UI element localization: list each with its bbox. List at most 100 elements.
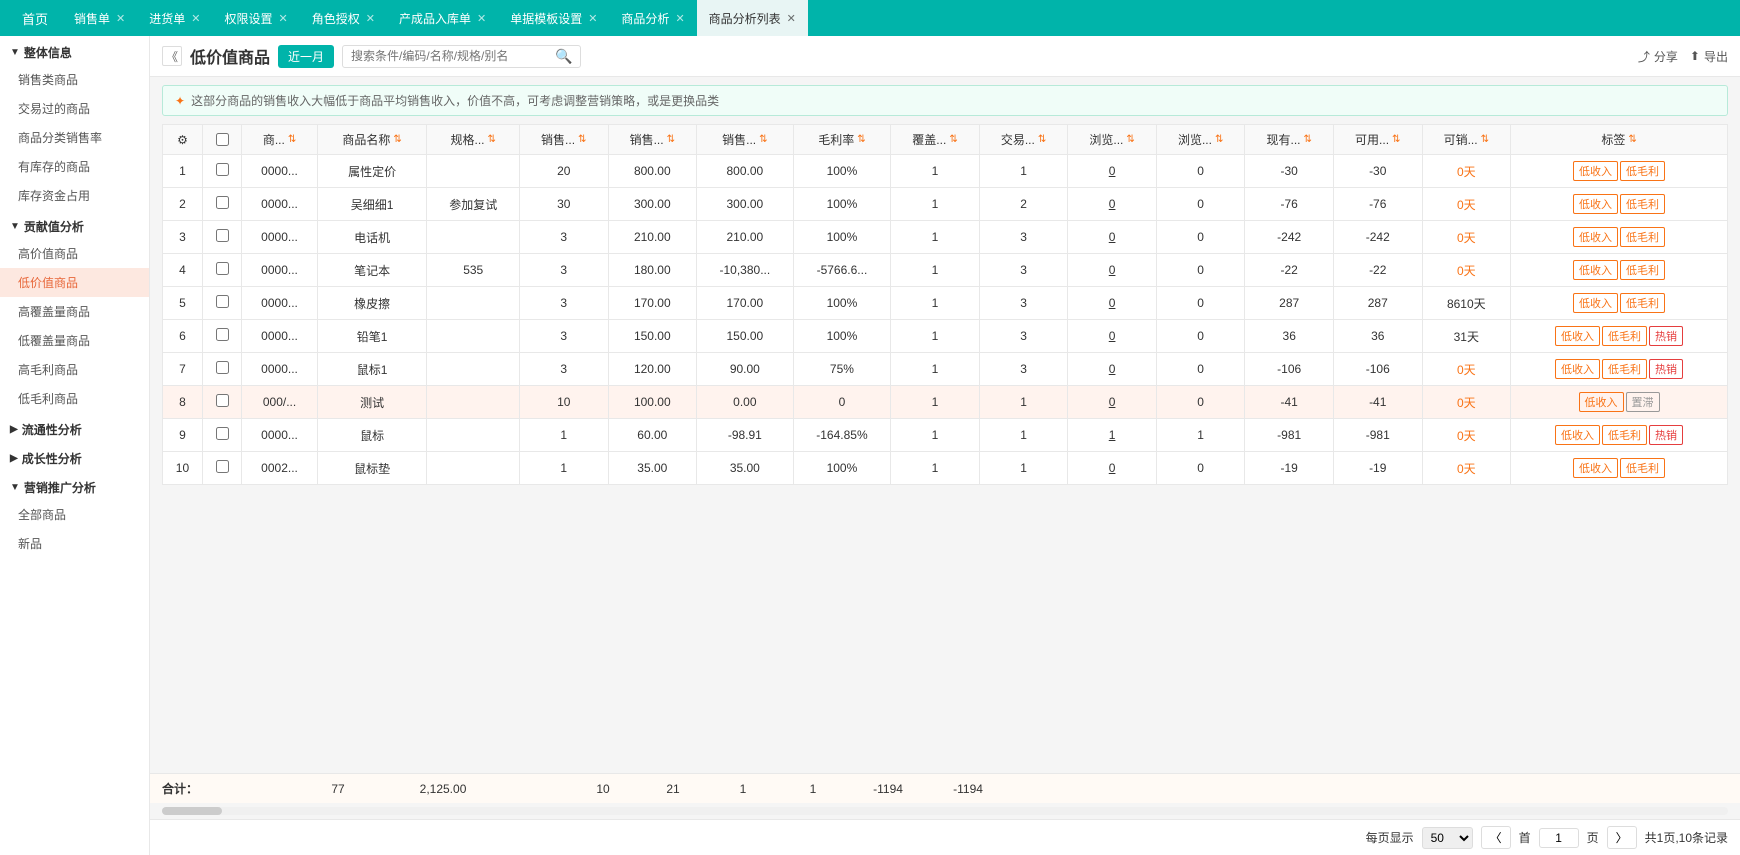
row-checkbox[interactable] [216,262,229,275]
sidebar-group-flow[interactable]: ▶ 流通性分析 [0,413,149,442]
cell-checkbox[interactable] [202,188,241,221]
cell-view1[interactable]: 0 [1068,353,1157,386]
close-analysis-icon[interactable]: ✕ [675,12,684,25]
close-salesorder-icon[interactable]: ✕ [116,12,125,25]
cell-checkbox[interactable] [202,287,241,320]
sidebar-group-overall[interactable]: ▼ 整体信息 [0,36,149,65]
next-page-button[interactable]: 〉 [1607,826,1637,849]
view-link[interactable]: 0 [1109,230,1116,244]
cell-view1[interactable]: 0 [1068,452,1157,485]
view-link[interactable]: 1 [1109,428,1116,442]
search-icon[interactable]: 🔍 [555,48,572,65]
nav-permission[interactable]: 权限设置 ✕ [212,0,299,36]
cell-view1[interactable]: 0 [1068,287,1157,320]
th-trade[interactable]: 交易...⇅ [979,125,1068,155]
share-button[interactable]: ⤴ 分享 [1638,48,1678,65]
nav-analysis[interactable]: 商品分析 ✕ [609,0,696,36]
view-link[interactable]: 0 [1109,461,1116,475]
th-checkbox[interactable] [202,125,241,155]
row-checkbox[interactable] [216,460,229,473]
th-sales1[interactable]: 销售...⇅ [519,125,608,155]
cell-view1[interactable]: 1 [1068,419,1157,452]
row-checkbox[interactable] [216,394,229,407]
view-link[interactable]: 0 [1109,329,1116,343]
cell-view1[interactable]: 0 [1068,320,1157,353]
th-sales2[interactable]: 销售...⇅ [608,125,697,155]
th-margin[interactable]: 毛利率⇅ [793,125,891,155]
sidebar-collapse-button[interactable]: 《 [162,46,182,66]
th-code[interactable]: 商...⇅ [242,125,317,155]
cell-view1[interactable]: 0 [1068,221,1157,254]
nav-home[interactable]: 首页 [8,0,62,36]
th-spec[interactable]: 规格...⇅ [427,125,520,155]
th-view2[interactable]: 浏览...⇅ [1156,125,1245,155]
th-name[interactable]: 商品名称⇅ [317,125,427,155]
sidebar-item-low-value[interactable]: 低价值商品 [0,268,149,297]
th-sellable[interactable]: 可销...⇅ [1422,125,1511,155]
page-size-select[interactable]: 50 100 200 [1422,827,1473,849]
nav-production[interactable]: 产成品入库单 ✕ [387,0,498,36]
cell-checkbox[interactable] [202,155,241,188]
view-link[interactable]: 0 [1109,263,1116,277]
view-link[interactable]: 0 [1109,197,1116,211]
nav-role[interactable]: 角色授权 ✕ [300,0,387,36]
cell-checkbox[interactable] [202,221,241,254]
th-available[interactable]: 可用...⇅ [1333,125,1422,155]
cell-checkbox[interactable] [202,452,241,485]
sidebar-item-all-goods[interactable]: 全部商品 [0,500,149,529]
cell-view1[interactable]: 0 [1068,188,1157,221]
nav-purchase[interactable]: 进货单 ✕ [137,0,212,36]
nav-salesorder[interactable]: 销售单 ✕ [62,0,137,36]
sidebar-item-low-margin[interactable]: 低毛利商品 [0,384,149,413]
sidebar-group-marketing[interactable]: ▼ 营销推广分析 [0,471,149,500]
filter-period-button[interactable]: 近一月 [278,45,334,68]
sidebar-item-sales-goods[interactable]: 销售类商品 [0,65,149,94]
row-checkbox[interactable] [216,328,229,341]
cell-view1[interactable]: 0 [1068,155,1157,188]
nav-template[interactable]: 单据模板设置 ✕ [498,0,609,36]
view-link[interactable]: 0 [1109,296,1116,310]
cell-checkbox[interactable] [202,254,241,287]
sidebar-item-low-coverage[interactable]: 低覆盖量商品 [0,326,149,355]
row-checkbox[interactable] [216,229,229,242]
th-tags[interactable]: 标签⇅ [1511,125,1728,155]
horizontal-scrollbar[interactable] [162,807,1728,815]
scrollbar-thumb[interactable] [162,807,222,815]
sidebar-item-inventory-goods[interactable]: 有库存的商品 [0,152,149,181]
cell-checkbox[interactable] [202,386,241,419]
cell-view1[interactable]: 0 [1068,386,1157,419]
page-number-input[interactable] [1539,828,1579,848]
th-sales3[interactable]: 销售...⇅ [697,125,794,155]
sidebar-item-high-coverage[interactable]: 高覆盖量商品 [0,297,149,326]
row-checkbox[interactable] [216,163,229,176]
cell-view1[interactable]: 0 [1068,254,1157,287]
view-link[interactable]: 0 [1109,164,1116,178]
select-all-checkbox[interactable] [216,133,229,146]
th-coverage[interactable]: 覆盖...⇅ [891,125,980,155]
row-checkbox[interactable] [216,196,229,209]
close-production-icon[interactable]: ✕ [477,12,486,25]
sidebar-item-high-value[interactable]: 高价值商品 [0,239,149,268]
sidebar-item-new-goods[interactable]: 新品 [0,529,149,558]
first-page-button[interactable]: 〈 [1481,826,1511,849]
row-checkbox[interactable] [216,427,229,440]
search-input[interactable] [351,49,551,63]
sidebar-group-growth[interactable]: ▶ 成长性分析 [0,442,149,471]
row-checkbox[interactable] [216,295,229,308]
row-checkbox[interactable] [216,361,229,374]
close-role-icon[interactable]: ✕ [366,12,375,25]
close-purchase-icon[interactable]: ✕ [191,12,200,25]
sidebar-item-high-margin[interactable]: 高毛利商品 [0,355,149,384]
close-permission-icon[interactable]: ✕ [279,12,288,25]
export-button[interactable]: ⬆ 导出 [1690,48,1728,65]
sidebar-item-traded-goods[interactable]: 交易过的商品 [0,94,149,123]
view-link[interactable]: 0 [1109,395,1116,409]
th-view1[interactable]: 浏览...⇅ [1068,125,1157,155]
cell-checkbox[interactable] [202,419,241,452]
sidebar-item-inventory-capital[interactable]: 库存资金占用 [0,181,149,210]
view-link[interactable]: 0 [1109,362,1116,376]
close-template-icon[interactable]: ✕ [588,12,597,25]
close-analysis-list-icon[interactable]: ✕ [787,12,796,25]
th-settings[interactable]: ⚙ [163,125,203,155]
cell-checkbox[interactable] [202,353,241,386]
